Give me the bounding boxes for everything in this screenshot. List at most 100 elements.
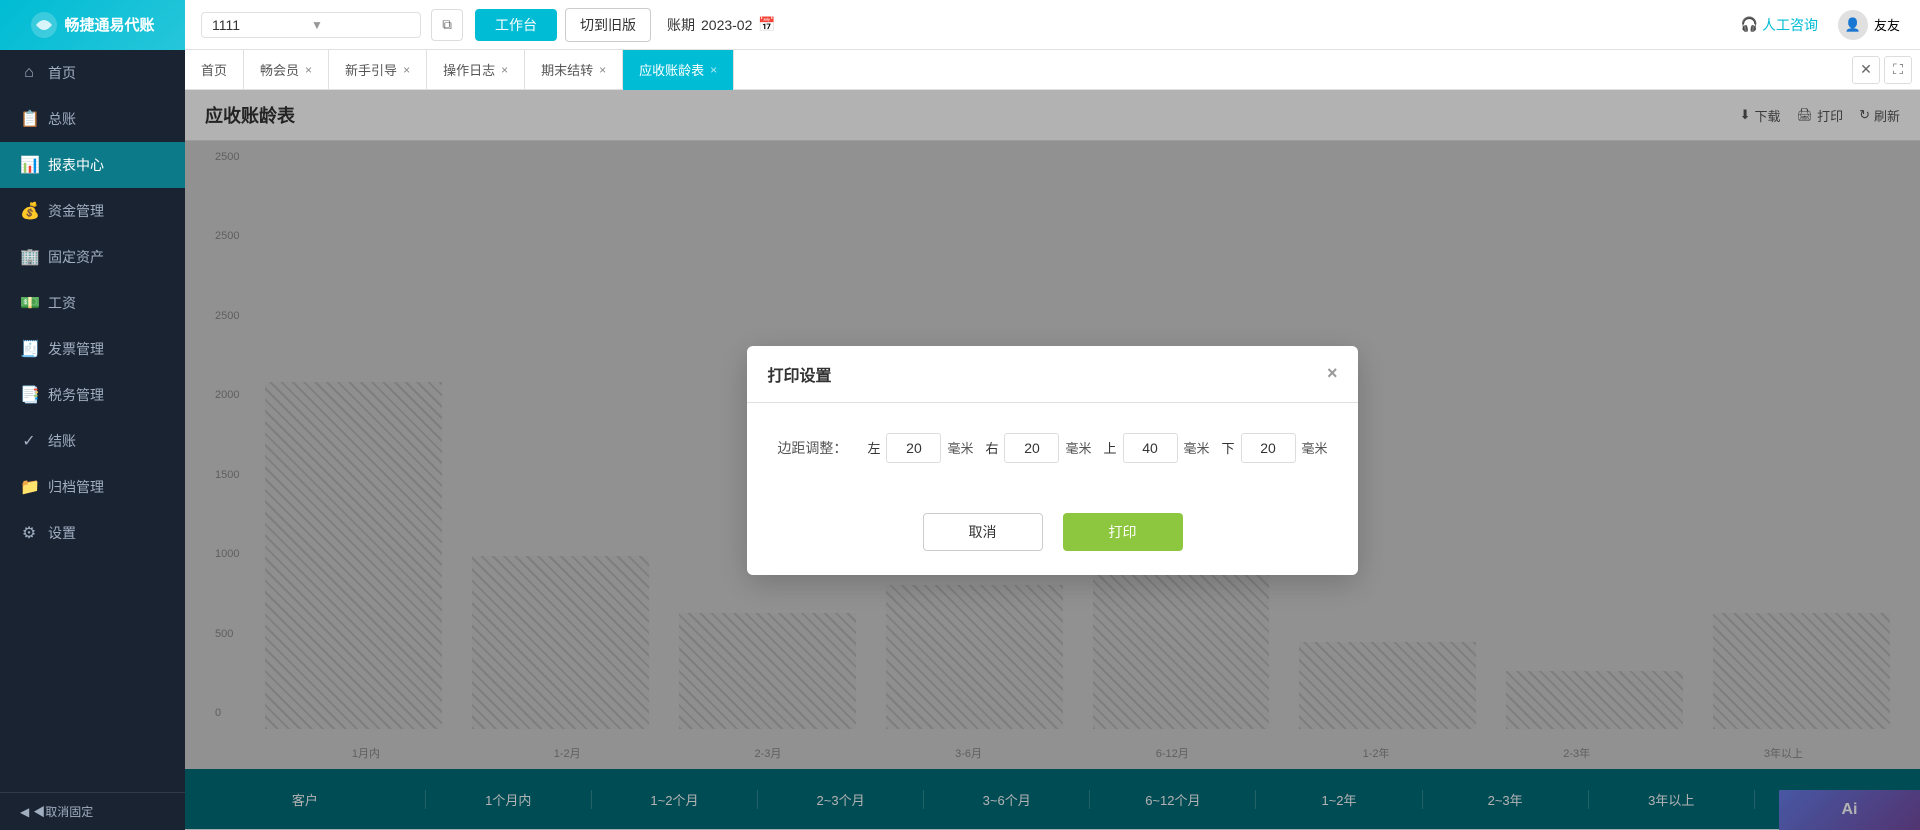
sidebar-item-invoice[interactable]: 🧾 发票管理 <box>0 326 185 372</box>
calendar-icon[interactable]: 📅 <box>758 16 775 33</box>
tab-oplog-close[interactable]: × <box>501 63 508 77</box>
tab-oplog[interactable]: 操作日志 × <box>427 50 525 90</box>
invoice-icon: 🧾 <box>20 339 38 359</box>
tab-home-label: 首页 <box>201 60 227 79</box>
consult-button[interactable]: 🎧 人工咨询 <box>1741 15 1818 35</box>
tax-icon: 📑 <box>20 385 38 405</box>
payroll-icon: 💵 <box>20 293 38 313</box>
cancel-button[interactable]: 取消 <box>923 513 1043 551</box>
tab-expand-button[interactable]: ⛶ <box>1884 56 1912 84</box>
print-settings-dialog: 打印设置 × 边距调整： 左 毫米 右 <box>747 346 1357 575</box>
tab-aging[interactable]: 应收账龄表 × <box>623 50 734 90</box>
page-content: 应收账龄表 ⬇ 下载 🖨 打印 ↻ 刷新 <box>185 90 1920 830</box>
tab-guide[interactable]: 新手引导 × <box>329 50 427 90</box>
sidebar-label-tax: 税务管理 <box>48 385 104 405</box>
period-value: 2023-02 <box>701 17 752 33</box>
margin-label: 边距调整： <box>777 438 847 458</box>
copy-button[interactable]: ⧉ <box>431 9 463 41</box>
sidebar-label-ledger: 总账 <box>48 109 76 129</box>
tab-home[interactable]: 首页 <box>185 50 244 90</box>
settings-icon: ⚙ <box>20 523 38 543</box>
logo-text: 畅捷通易代账 <box>64 14 154 35</box>
workbench-button[interactable]: 工作台 <box>475 9 557 41</box>
sidebar-item-funds[interactable]: 💰 资金管理 <box>0 188 185 234</box>
content-area: 首页 畅会员 × 新手引导 × 操作日志 × 期末结转 × 应收账龄表 × <box>185 50 1920 830</box>
confirm-print-button[interactable]: 打印 <box>1063 513 1183 551</box>
left-input[interactable] <box>886 433 941 463</box>
modal-header: 打印设置 × <box>747 346 1357 403</box>
sidebar-item-tax[interactable]: 📑 税务管理 <box>0 372 185 418</box>
tab-bar: 首页 畅会员 × 新手引导 × 操作日志 × 期末结转 × 应收账龄表 × <box>185 50 1920 90</box>
tab-member-label: 畅会员 <box>260 60 299 79</box>
user-area[interactable]: 👤 友友 <box>1838 10 1900 40</box>
bottom-unit: 毫米 <box>1302 438 1328 457</box>
user-label: 友友 <box>1874 15 1900 34</box>
sidebar-item-home[interactable]: ⌂ 首页 <box>0 50 185 96</box>
left-unit: 毫米 <box>947 438 973 457</box>
sidebar-item-settings[interactable]: ⚙ 设置 <box>0 510 185 556</box>
sidebar-label-funds: 资金管理 <box>48 201 104 221</box>
tab-period-end[interactable]: 期末结转 × <box>525 50 623 90</box>
sidebar-label-settle: 结账 <box>48 431 76 451</box>
funds-icon: 💰 <box>20 201 38 221</box>
ledger-icon: 📋 <box>20 109 38 129</box>
modal-body: 边距调整： 左 毫米 右 毫米 <box>747 403 1357 503</box>
top-label: 上 <box>1104 438 1117 457</box>
top-header: 畅捷通易代账 1111 ▼ ⧉ 工作台 切到旧版 账期 2023-02 📅 🎧 … <box>0 0 1920 50</box>
bottom-input[interactable] <box>1241 433 1296 463</box>
reports-icon: 📊 <box>20 155 38 175</box>
margin-right-group: 右 毫米 <box>985 433 1091 463</box>
right-label: 右 <box>985 438 998 457</box>
switch-version-button[interactable]: 切到旧版 <box>565 8 651 42</box>
sidebar-item-archive[interactable]: 📁 归档管理 <box>0 464 185 510</box>
period-label: 账期 <box>667 15 695 35</box>
settle-icon: ✓ <box>20 431 38 451</box>
sidebar-label-home: 首页 <box>48 63 76 83</box>
margin-top-group: 上 毫米 <box>1104 433 1210 463</box>
modal-overlay: 打印设置 × 边距调整： 左 毫米 右 <box>185 90 1920 830</box>
tab-oplog-label: 操作日志 <box>443 60 495 79</box>
right-input[interactable] <box>1004 433 1059 463</box>
home-icon: ⌂ <box>20 64 38 82</box>
left-label: 左 <box>867 438 880 457</box>
sidebar-label-payroll: 工资 <box>48 293 76 313</box>
consult-label: 人工咨询 <box>1762 15 1818 35</box>
company-selector[interactable]: 1111 ▼ <box>201 12 421 38</box>
sidebar-label-reports: 报表中心 <box>48 155 104 175</box>
tab-aging-close[interactable]: × <box>710 63 717 77</box>
sidebar-label-invoice: 发票管理 <box>48 339 104 359</box>
tab-period-end-close[interactable]: × <box>599 63 606 77</box>
user-icon: 👤 <box>1845 17 1861 33</box>
collapse-label: ◀取消固定 <box>33 803 93 820</box>
tab-aging-label: 应收账龄表 <box>639 60 704 79</box>
top-unit: 毫米 <box>1184 438 1210 457</box>
tab-guide-label: 新手引导 <box>345 60 397 79</box>
company-name: 1111 <box>212 17 311 33</box>
headset-icon: 🎧 <box>1741 16 1758 33</box>
assets-icon: 🏢 <box>20 247 38 267</box>
sidebar-label-settings: 设置 <box>48 523 76 543</box>
header-right: 🎧 人工咨询 👤 友友 <box>1741 10 1900 40</box>
tab-guide-close[interactable]: × <box>403 63 410 77</box>
sidebar-item-settle[interactable]: ✓ 结账 <box>0 418 185 464</box>
sidebar-item-ledger[interactable]: 📋 总账 <box>0 96 185 142</box>
right-unit: 毫米 <box>1065 438 1091 457</box>
sidebar: ⌂ 首页 📋 总账 📊 报表中心 💰 资金管理 🏢 固定资产 💵 工资 🧾 发票… <box>0 50 185 830</box>
sidebar-item-reports[interactable]: 📊 报表中心 <box>0 142 185 188</box>
logo-icon <box>30 11 58 39</box>
tab-close-button[interactable]: ✕ <box>1852 56 1880 84</box>
sidebar-label-archive: 归档管理 <box>48 477 104 497</box>
tab-member-close[interactable]: × <box>305 63 312 77</box>
tab-period-end-label: 期末结转 <box>541 60 593 79</box>
sidebar-item-assets[interactable]: 🏢 固定资产 <box>0 234 185 280</box>
tab-member[interactable]: 畅会员 × <box>244 50 329 90</box>
collapse-button[interactable]: ◀ ◀取消固定 <box>0 792 185 830</box>
collapse-icon: ◀ <box>20 805 29 819</box>
top-input[interactable] <box>1123 433 1178 463</box>
archive-icon: 📁 <box>20 477 38 497</box>
modal-close-button[interactable]: × <box>1327 363 1338 384</box>
copy-icon: ⧉ <box>442 17 452 33</box>
sidebar-item-payroll[interactable]: 💵 工资 <box>0 280 185 326</box>
margin-left-group: 左 毫米 <box>867 433 973 463</box>
dropdown-arrow-icon: ▼ <box>311 18 410 32</box>
